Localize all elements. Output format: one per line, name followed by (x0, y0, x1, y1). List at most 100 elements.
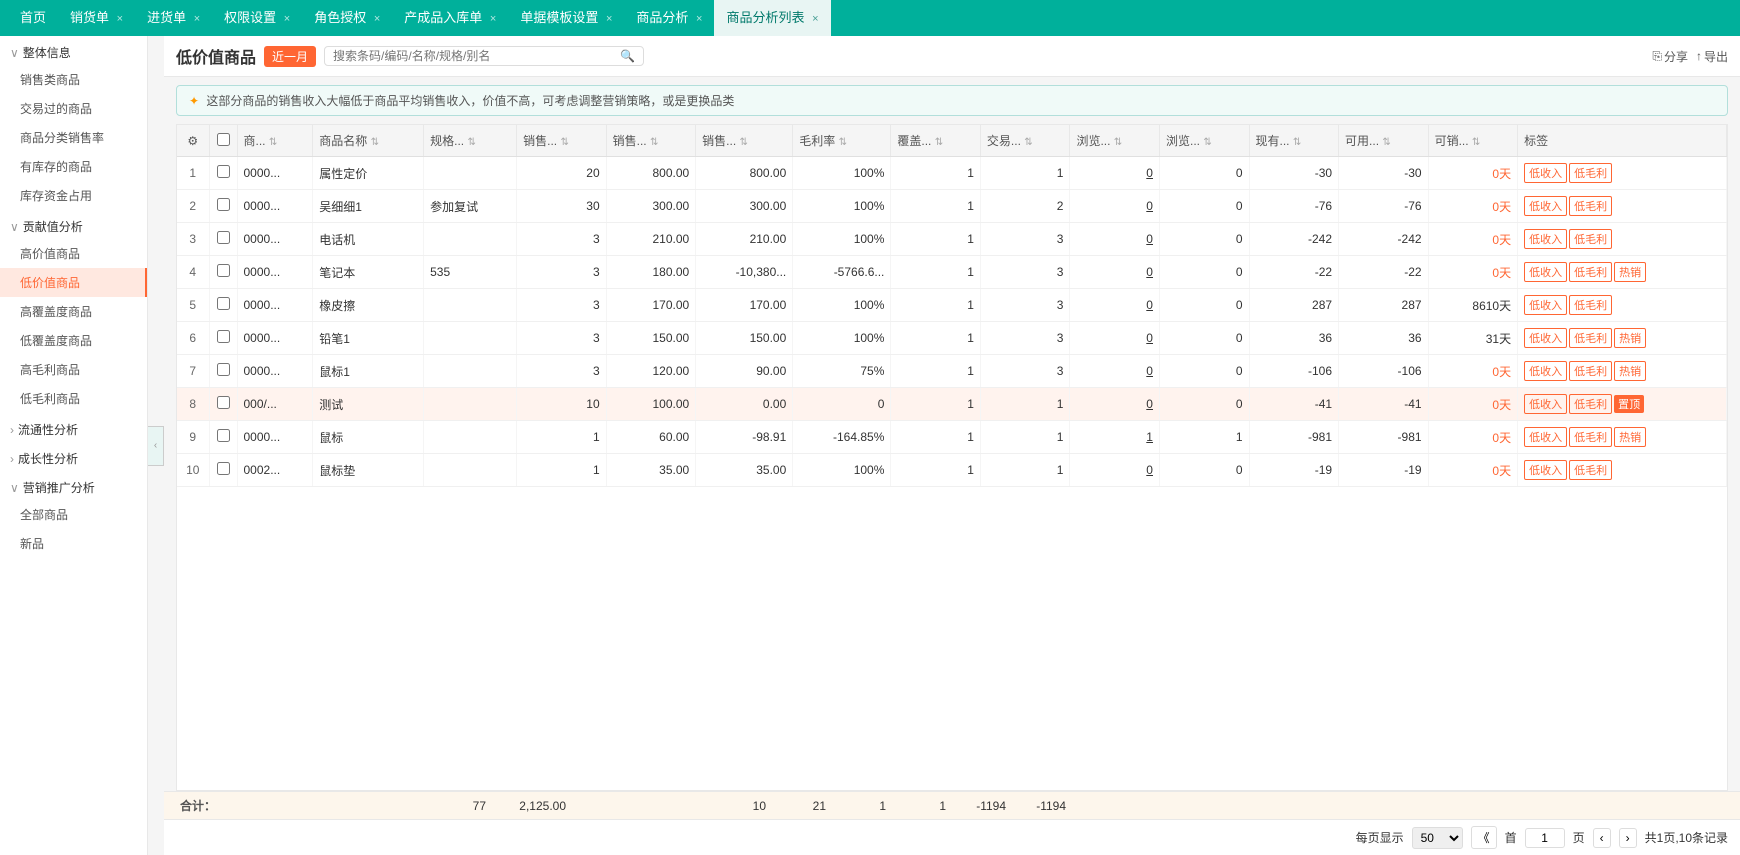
sidebar-group-overview[interactable]: ∨ 整体信息 (0, 36, 147, 65)
sale-profit-column-header[interactable]: 销售... ⇅ (696, 125, 793, 157)
view1-column-header[interactable]: 浏览... ⇅ (1070, 125, 1160, 157)
checkbox-all-header[interactable] (209, 125, 237, 157)
row-checkbox[interactable] (217, 231, 230, 244)
row-checkbox[interactable] (217, 396, 230, 409)
next-page-button[interactable]: › (1619, 828, 1637, 848)
settings-column-header[interactable]: ⚙ (177, 125, 209, 157)
nav-product-analysis-list[interactable]: 商品分析列表 × (714, 0, 830, 36)
view1-link[interactable]: 0 (1146, 298, 1153, 312)
row-checkbox[interactable] (217, 165, 230, 178)
row-checkbox[interactable] (217, 462, 230, 475)
row-checkbox[interactable] (217, 198, 230, 211)
code-column-header[interactable]: 商... ⇅ (237, 125, 313, 157)
spec-column-header[interactable]: 规格... ⇅ (424, 125, 517, 157)
page-size-select[interactable]: 50 100 200 (1412, 827, 1463, 849)
view1-link[interactable]: 0 (1146, 463, 1153, 477)
saleable-column-header[interactable]: 可销... ⇅ (1428, 125, 1518, 157)
available: -22 (1339, 256, 1429, 289)
saleable-days: 0天 (1428, 454, 1518, 487)
close-icon[interactable]: × (606, 13, 612, 25)
row-checkbox[interactable] (217, 429, 230, 442)
available-column-header[interactable]: 可用... ⇅ (1339, 125, 1429, 157)
data-table-container[interactable]: ⚙ 商... ⇅ 商品名称 ⇅ 规格... ⇅ 销售... ⇅ 销售... ⇅ … (176, 124, 1728, 791)
row-checkbox-cell[interactable] (209, 454, 237, 487)
close-icon[interactable]: × (117, 13, 123, 25)
first-page-button[interactable]: 《 (1471, 826, 1497, 849)
row-checkbox[interactable] (217, 297, 230, 310)
sidebar-item-traded-products[interactable]: 交易过的商品 (0, 94, 147, 123)
view1-link[interactable]: 0 (1146, 331, 1153, 345)
sidebar-group-marketing[interactable]: ∨ 营销推广分析 (0, 471, 147, 500)
close-icon[interactable]: × (194, 13, 200, 25)
view1-link[interactable]: 0 (1146, 232, 1153, 246)
sidebar-group-contribution[interactable]: ∨ 贡献值分析 (0, 210, 147, 239)
sidebar-item-category-sales-rate[interactable]: 商品分类销售率 (0, 123, 147, 152)
sidebar-item-high-margin[interactable]: 高毛利商品 (0, 355, 147, 384)
row-checkbox[interactable] (217, 363, 230, 376)
search-icon[interactable]: 🔍 (620, 49, 635, 63)
row-checkbox[interactable] (217, 264, 230, 277)
sidebar-item-high-coverage[interactable]: 高覆盖度商品 (0, 297, 147, 326)
close-icon[interactable]: × (374, 13, 380, 25)
row-checkbox-cell[interactable] (209, 289, 237, 322)
row-checkbox-cell[interactable] (209, 355, 237, 388)
row-checkbox-cell[interactable] (209, 322, 237, 355)
page-number-input[interactable] (1525, 828, 1565, 848)
row-checkbox-cell[interactable] (209, 157, 237, 190)
export-button[interactable]: ↑ 导出 (1696, 48, 1728, 65)
sidebar-group-growth[interactable]: › 成长性分析 (0, 442, 147, 471)
view1-link[interactable]: 1 (1146, 430, 1153, 444)
tags-column-header[interactable]: 标签 (1518, 125, 1727, 157)
select-all-checkbox[interactable] (217, 133, 230, 146)
view2-column-header[interactable]: 浏览... ⇅ (1159, 125, 1249, 157)
close-icon[interactable]: × (696, 13, 702, 25)
sale-qty-column-header[interactable]: 销售... ⇅ (517, 125, 607, 157)
nav-product-analysis[interactable]: 商品分析 × (624, 0, 714, 36)
nav-product-warehouse[interactable]: 产成品入库单 × (392, 0, 508, 36)
nav-permission-settings[interactable]: 权限设置 × (212, 0, 302, 36)
row-checkbox-cell[interactable] (209, 190, 237, 223)
nav-role-auth[interactable]: 角色授权 × (302, 0, 392, 36)
nav-home[interactable]: 首页 (8, 0, 58, 36)
date-range-tag[interactable]: 近一月 (264, 46, 316, 67)
view1-link[interactable]: 0 (1146, 397, 1153, 411)
sidebar-item-inventory-fund[interactable]: 库存资金占用 (0, 181, 147, 210)
table-row: 3 0000... 电话机 3 210.00 210.00 100% 1 3 0… (177, 223, 1727, 256)
sidebar-group-liquidity[interactable]: › 流通性分析 (0, 413, 147, 442)
product-spec (424, 454, 517, 487)
row-checkbox-cell[interactable] (209, 223, 237, 256)
row-checkbox[interactable] (217, 330, 230, 343)
search-input[interactable] (333, 49, 620, 63)
sidebar-item-low-value[interactable]: 低价值商品 (0, 268, 147, 297)
prev-page-button[interactable]: ‹ (1593, 828, 1611, 848)
current-stock-column-header[interactable]: 现有... ⇅ (1249, 125, 1339, 157)
nav-purchase-order[interactable]: 进货单 × (135, 0, 212, 36)
view1-link[interactable]: 0 (1146, 364, 1153, 378)
sidebar-item-new-products[interactable]: 新品 (0, 529, 147, 558)
gross-margin-column-header[interactable]: 毛利率 ⇅ (793, 125, 891, 157)
nav-order-template[interactable]: 单据模板设置 × (508, 0, 624, 36)
view1-link[interactable]: 0 (1146, 265, 1153, 279)
row-checkbox-cell[interactable] (209, 388, 237, 421)
sidebar-collapse-button[interactable]: ‹ (148, 426, 164, 466)
close-icon[interactable]: × (284, 13, 290, 25)
available: -19 (1339, 454, 1429, 487)
row-checkbox-cell[interactable] (209, 421, 237, 454)
view1-link[interactable]: 0 (1146, 166, 1153, 180)
close-icon[interactable]: × (812, 13, 818, 25)
share-button[interactable]: ⎘ 分享 (1652, 48, 1688, 65)
sidebar-item-low-coverage[interactable]: 低覆盖度商品 (0, 326, 147, 355)
view1-link[interactable]: 0 (1146, 199, 1153, 213)
sale-amount-column-header[interactable]: 销售... ⇅ (606, 125, 696, 157)
coverage-column-header[interactable]: 覆盖... ⇅ (891, 125, 981, 157)
row-checkbox-cell[interactable] (209, 256, 237, 289)
nav-sales-order[interactable]: 销货单 × (58, 0, 135, 36)
transaction-column-header[interactable]: 交易... ⇅ (980, 125, 1070, 157)
sidebar-item-low-margin[interactable]: 低毛利商品 (0, 384, 147, 413)
close-icon[interactable]: × (490, 13, 496, 25)
sidebar-item-stock-products[interactable]: 有库存的商品 (0, 152, 147, 181)
sidebar-item-all-products[interactable]: 全部商品 (0, 500, 147, 529)
name-column-header[interactable]: 商品名称 ⇅ (313, 125, 424, 157)
sidebar-item-high-value[interactable]: 高价值商品 (0, 239, 147, 268)
sidebar-item-sales-products[interactable]: 销售类商品 (0, 65, 147, 94)
